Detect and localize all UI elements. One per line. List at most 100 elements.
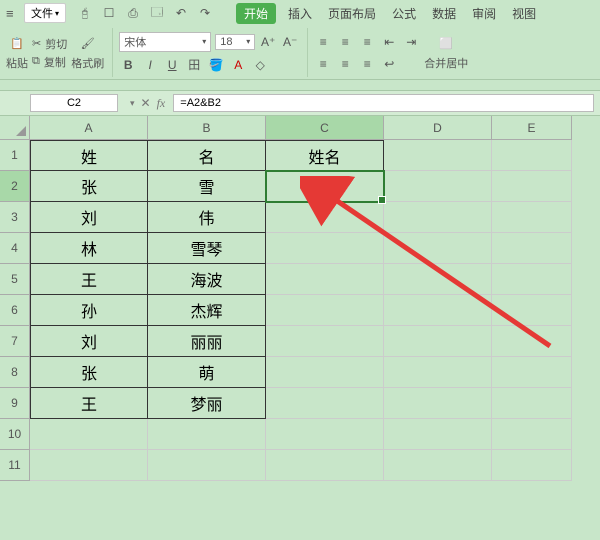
cell[interactable] <box>384 171 492 202</box>
qat-undo-icon[interactable]: ↶ <box>172 4 190 22</box>
tab-start[interactable]: 开始 <box>236 3 276 24</box>
file-menu[interactable]: 文件 ▾ <box>24 3 66 23</box>
row-header[interactable]: 4 <box>0 233 30 264</box>
cell[interactable]: 丽丽 <box>148 326 266 357</box>
cell[interactable] <box>492 419 572 450</box>
bold-button[interactable]: B <box>119 56 137 74</box>
row-header[interactable]: 9 <box>0 388 30 419</box>
col-header-a[interactable]: A <box>30 116 148 140</box>
cell[interactable]: 梦丽 <box>148 388 266 419</box>
cell[interactable] <box>492 140 572 171</box>
wrap-text-icon[interactable]: ↩ <box>380 55 398 73</box>
align-right-icon[interactable]: ≡ <box>358 55 376 73</box>
cell[interactable] <box>266 419 384 450</box>
row-header[interactable]: 1 <box>0 140 30 171</box>
cell[interactable]: 雪 <box>148 171 266 202</box>
cell[interactable]: 名 <box>148 140 266 171</box>
paste-button[interactable]: 📋 粘贴 <box>6 35 28 71</box>
cell[interactable] <box>266 295 384 326</box>
cell[interactable] <box>492 357 572 388</box>
cell[interactable] <box>492 295 572 326</box>
cell[interactable] <box>148 450 266 481</box>
cell[interactable]: 伟 <box>148 202 266 233</box>
cell[interactable]: 刘 <box>30 326 148 357</box>
cell[interactable] <box>384 233 492 264</box>
qat-print-icon[interactable]: ⎙ <box>124 4 142 22</box>
cell[interactable] <box>492 233 572 264</box>
tab-insert[interactable]: 插入 <box>284 3 316 24</box>
tab-data[interactable]: 数据 <box>428 3 460 24</box>
cell[interactable] <box>492 264 572 295</box>
tab-review[interactable]: 审阅 <box>468 3 500 24</box>
cell[interactable]: 姓名 <box>266 140 384 171</box>
cell[interactable] <box>384 388 492 419</box>
tab-layout[interactable]: 页面布局 <box>324 3 380 24</box>
dropdown-icon[interactable]: ▾ <box>130 98 135 109</box>
col-header-e[interactable]: E <box>492 116 572 140</box>
decrease-font-icon[interactable]: A⁻ <box>281 33 299 51</box>
cell[interactable] <box>266 357 384 388</box>
cell[interactable]: 张 <box>30 171 148 202</box>
cell[interactable] <box>384 419 492 450</box>
cell[interactable] <box>266 264 384 295</box>
cell[interactable]: 雪琴 <box>148 233 266 264</box>
cell[interactable] <box>492 202 572 233</box>
col-header-b[interactable]: B <box>148 116 266 140</box>
font-color-button[interactable]: A <box>229 56 247 74</box>
qat-preview-icon[interactable]: 🗔 <box>148 4 166 22</box>
cell[interactable] <box>384 264 492 295</box>
cell[interactable]: 王 <box>30 388 148 419</box>
copy-button[interactable]: ⧉复制 <box>32 54 67 70</box>
row-header[interactable]: 6 <box>0 295 30 326</box>
formula-input[interactable]: =A2&B2 <box>173 94 594 112</box>
underline-button[interactable]: U <box>163 56 181 74</box>
row-header[interactable]: 2 <box>0 171 30 202</box>
format-painter-button[interactable]: 🖌 格式刷 <box>71 35 104 71</box>
cell[interactable] <box>266 450 384 481</box>
cell[interactable]: 林 <box>30 233 148 264</box>
col-header-c[interactable]: C <box>266 116 384 140</box>
font-name-select[interactable]: 宋体▾ <box>119 32 211 52</box>
cell[interactable] <box>30 450 148 481</box>
align-center-icon[interactable]: ≡ <box>336 55 354 73</box>
row-header[interactable]: 5 <box>0 264 30 295</box>
cell[interactable] <box>266 326 384 357</box>
cell[interactable] <box>266 202 384 233</box>
cell[interactable]: 海波 <box>148 264 266 295</box>
cancel-icon[interactable]: ✕ <box>141 96 151 110</box>
qat-redo-icon[interactable]: ↷ <box>196 4 214 22</box>
cell[interactable] <box>266 388 384 419</box>
align-left-icon[interactable]: ≡ <box>314 55 332 73</box>
cell[interactable] <box>384 450 492 481</box>
hamburger-icon[interactable]: ≡ <box>6 6 20 21</box>
fill-color-button[interactable]: 🪣 <box>207 56 225 74</box>
cut-button[interactable]: ✂剪切 <box>32 36 67 52</box>
align-top-icon[interactable]: ≡ <box>314 33 332 51</box>
align-middle-icon[interactable]: ≡ <box>336 33 354 51</box>
font-size-select[interactable]: 18▾ <box>215 34 255 50</box>
indent-inc-icon[interactable]: ⇥ <box>402 33 420 51</box>
increase-font-icon[interactable]: A⁺ <box>259 33 277 51</box>
cell[interactable] <box>384 202 492 233</box>
select-all-corner[interactable] <box>0 116 30 140</box>
cell[interactable] <box>492 326 572 357</box>
clear-format-button[interactable]: ◇ <box>251 56 269 74</box>
cell[interactable] <box>384 295 492 326</box>
cell[interactable] <box>266 233 384 264</box>
row-header[interactable]: 11 <box>0 450 30 481</box>
cell[interactable] <box>30 419 148 450</box>
cell[interactable] <box>384 140 492 171</box>
tab-view[interactable]: 视图 <box>508 3 540 24</box>
fx-icon[interactable]: fx <box>157 96 166 111</box>
cell[interactable] <box>492 388 572 419</box>
cell[interactable] <box>492 171 572 202</box>
align-bottom-icon[interactable]: ≡ <box>358 33 376 51</box>
merge-button[interactable]: ⬜ 合并居中 <box>424 35 468 71</box>
row-header[interactable]: 7 <box>0 326 30 357</box>
row-header[interactable]: 8 <box>0 357 30 388</box>
tab-formula[interactable]: 公式 <box>388 3 420 24</box>
cell[interactable]: 姓 <box>30 140 148 171</box>
cell[interactable]: 张 <box>30 357 148 388</box>
cell[interactable]: 萌 <box>148 357 266 388</box>
border-button[interactable]: 田 <box>185 56 203 74</box>
